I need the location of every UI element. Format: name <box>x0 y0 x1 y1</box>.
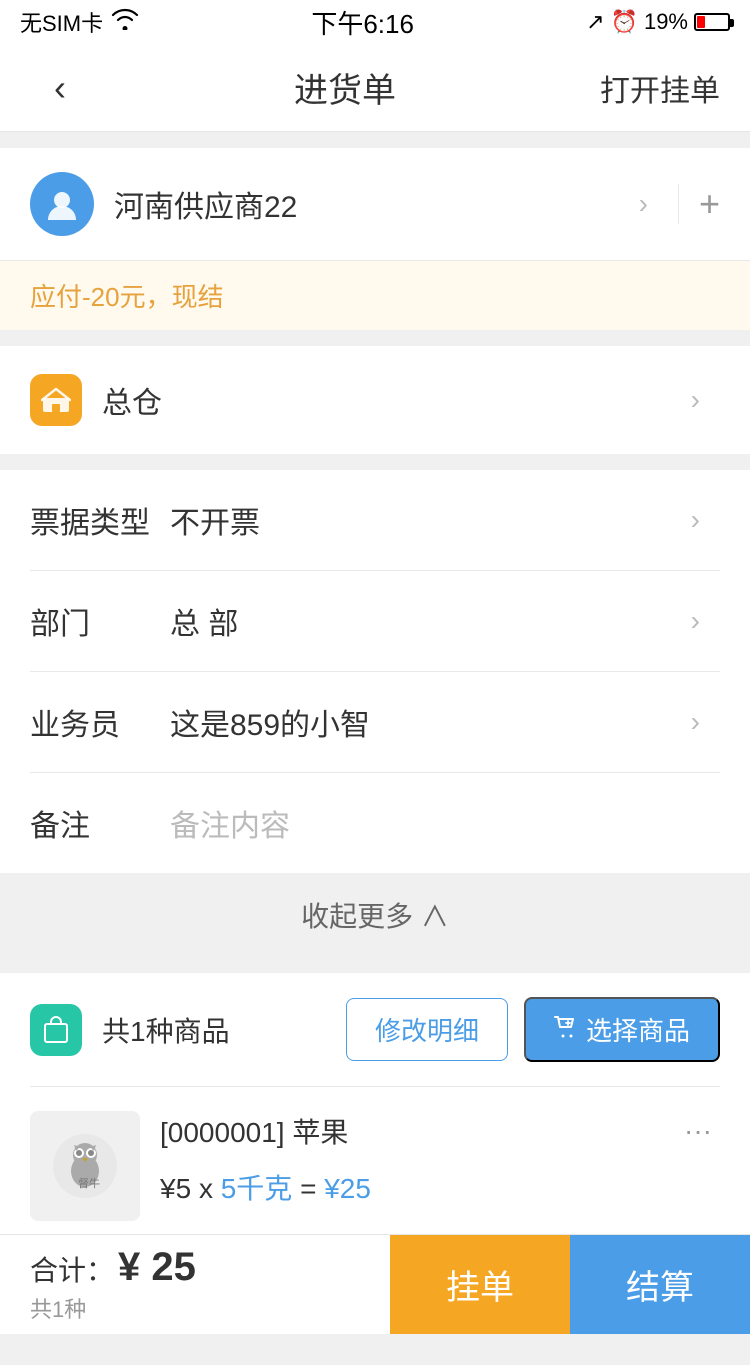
battery-icon <box>694 13 730 31</box>
products-count: 共1种商品 <box>102 1010 346 1050</box>
location-icon: ↗ <box>586 9 604 35</box>
bottom-bar: 合计： ¥ 25 共1种 挂单 结算 <box>0 1234 750 1334</box>
open-hang-button[interactable]: 打开挂单 <box>600 66 720 110</box>
nav-bar: ‹ 进货单 打开挂单 <box>0 44 750 132</box>
separator-3 <box>0 454 750 470</box>
carrier-text: 无SIM卡 <box>20 6 103 38</box>
products-icon <box>30 1004 82 1056</box>
supplier-chevron-icon: › <box>639 188 648 220</box>
total-section: 合计： ¥ 25 共1种 <box>0 1235 390 1334</box>
checkout-button[interactable]: 结算 <box>570 1235 750 1334</box>
invoice-row[interactable]: 票据类型 不开票 › <box>0 470 750 570</box>
product-price: ¥5 x 5千克 = ¥25 <box>160 1167 676 1207</box>
unit-price: ¥5 <box>160 1173 191 1204</box>
status-icons: ↗ ⏰ 19% <box>586 9 730 35</box>
product-thumbnail: 督牛 <box>30 1111 140 1221</box>
salesman-value: 这是859的小智 <box>170 700 691 744</box>
salesman-chevron-icon: › <box>691 706 700 738</box>
product-code: [0000001] <box>160 1117 285 1148</box>
department-row[interactable]: 部门 总 部 › <box>0 571 750 671</box>
alarm-icon: ⏰ <box>611 9 638 35</box>
supplier-section: 河南供应商22 › + <box>0 148 750 261</box>
warehouse-name: 总仓 <box>102 378 691 422</box>
supplier-name[interactable]: 河南供应商22 <box>114 182 639 226</box>
salesman-label: 业务员 <box>30 700 150 744</box>
invoice-value: 不开票 <box>170 498 691 542</box>
back-button[interactable]: ‹ <box>30 58 90 118</box>
remark-row[interactable]: 备注 备注内容 <box>0 773 750 873</box>
wifi-icon <box>111 8 139 36</box>
cart-icon <box>554 1014 578 1045</box>
invoice-chevron-icon: › <box>691 504 700 536</box>
quantity: 5千克 <box>221 1173 293 1204</box>
notice-bar: 应付-20元，现结 <box>0 261 750 330</box>
total-amount: ¥ 25 <box>118 1245 196 1290</box>
form-section: 票据类型 不开票 › 部门 总 部 › 业务员 这是859的小智 › 备注 备注… <box>0 470 750 873</box>
supplier-avatar <box>30 172 94 236</box>
warehouse-chevron-icon: › <box>691 384 700 416</box>
product-more-button[interactable]: ··· <box>676 1111 720 1151</box>
svg-text:督牛: 督牛 <box>78 1176 100 1190</box>
equals-icon: = <box>300 1173 324 1204</box>
remark-label: 备注 <box>30 801 150 845</box>
separator-2 <box>0 330 750 346</box>
collapse-button[interactable]: 收起更多 ∧ <box>0 873 750 957</box>
total-sub: 共1种 <box>30 1292 360 1324</box>
add-supplier-button[interactable]: + <box>699 183 720 225</box>
status-carrier: 无SIM卡 <box>20 6 139 38</box>
products-section: 共1种商品 修改明细 选择商品 <box>0 973 750 1245</box>
page-title: 进货单 <box>294 63 396 112</box>
multiply-icon: x <box>199 1173 221 1204</box>
salesman-row[interactable]: 业务员 这是859的小智 › <box>0 672 750 772</box>
product-item: 督牛 [0000001] 苹果 ¥5 x 5千克 = ¥25 ··· <box>0 1087 750 1245</box>
separator-1 <box>0 132 750 148</box>
status-time: 下午6:16 <box>311 4 414 41</box>
modify-detail-button[interactable]: 修改明细 <box>346 998 508 1061</box>
battery-percent: 19% <box>644 9 688 35</box>
product-info: [0000001] 苹果 ¥5 x 5千克 = ¥25 <box>160 1111 676 1207</box>
select-product-button[interactable]: 选择商品 <box>524 997 720 1062</box>
products-header: 共1种商品 修改明细 选择商品 <box>0 973 750 1086</box>
total-label: 合计： <box>30 1249 114 1289</box>
hang-button[interactable]: 挂单 <box>390 1235 570 1334</box>
line-total: ¥25 <box>324 1173 371 1204</box>
department-label: 部门 <box>30 599 150 643</box>
status-bar: 无SIM卡 下午6:16 ↗ ⏰ 19% <box>0 0 750 44</box>
product-title: 苹果 <box>292 1117 348 1148</box>
department-value: 总 部 <box>170 599 691 643</box>
warehouse-section: 总仓 › <box>0 346 750 454</box>
department-chevron-icon: › <box>691 605 700 637</box>
select-product-label: 选择商品 <box>586 1011 690 1048</box>
remark-input[interactable]: 备注内容 <box>170 801 720 845</box>
product-name: [0000001] 苹果 <box>160 1111 676 1151</box>
warehouse-icon <box>30 374 82 426</box>
invoice-label: 票据类型 <box>30 498 150 542</box>
divider <box>678 184 679 224</box>
warehouse-row[interactable]: 总仓 › <box>0 346 750 454</box>
